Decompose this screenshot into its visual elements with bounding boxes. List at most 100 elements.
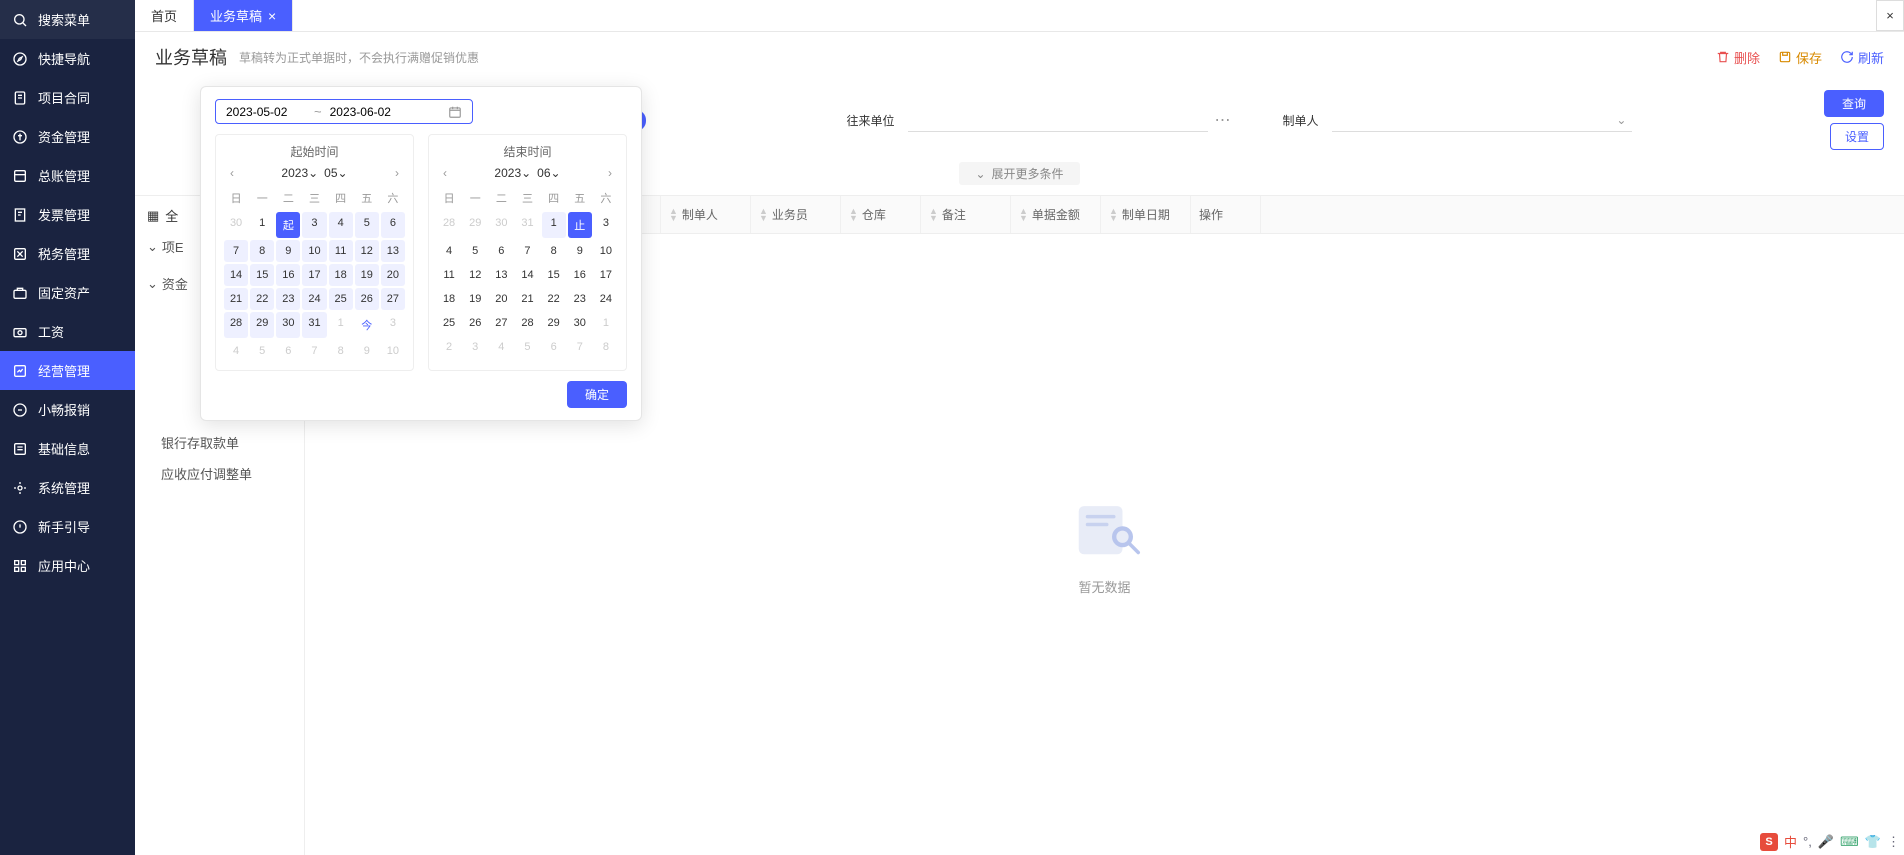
calendar-day[interactable]: 7	[515, 240, 539, 262]
calendar-day[interactable]: 22	[542, 288, 566, 310]
sidebar-item-invoice[interactable]: 发票管理	[0, 195, 135, 234]
partner-lookup-icon[interactable]: ⋯	[1214, 110, 1232, 130]
calendar-day[interactable]: 19	[463, 288, 487, 310]
calendar-day[interactable]: 24	[594, 288, 618, 310]
ime-punct-icon[interactable]: °,	[1803, 834, 1812, 849]
calendar-day[interactable]: 28	[515, 312, 539, 334]
calendar-day[interactable]: 止	[568, 212, 592, 238]
calendar-day[interactable]: 9	[568, 240, 592, 262]
tab-draft[interactable]: 业务草稿 ×	[194, 0, 293, 31]
calendar-day[interactable]: 1	[250, 212, 274, 238]
expand-filters-button[interactable]: ⌄ 展开更多条件	[959, 162, 1079, 185]
calendar-day[interactable]: 17	[594, 264, 618, 286]
sidebar-item-system[interactable]: 系统管理	[0, 468, 135, 507]
calendar-day[interactable]: 4	[437, 240, 461, 262]
date-from-input[interactable]	[226, 105, 306, 119]
calendar-day[interactable]: 7	[302, 340, 326, 362]
calendar-day[interactable]: 11	[437, 264, 461, 286]
calendar-day[interactable]: 21	[224, 288, 248, 310]
calendar-day[interactable]: 14	[224, 264, 248, 286]
calendar-day[interactable]: 28	[437, 212, 461, 238]
ime-keyboard-icon[interactable]: ⌨	[1840, 834, 1859, 850]
calendar-day[interactable]: 18	[437, 288, 461, 310]
calendar-day[interactable]: 6	[381, 212, 405, 238]
column-header[interactable]: 操作	[1191, 196, 1261, 233]
calendar-day[interactable]: 8	[250, 240, 274, 262]
sidebar-item-contract[interactable]: 项目合同	[0, 78, 135, 117]
calendar-day[interactable]: 12	[463, 264, 487, 286]
partner-input[interactable]	[908, 109, 1208, 132]
column-header[interactable]: ▲▼制单人	[661, 196, 751, 233]
calendar-day[interactable]: 14	[515, 264, 539, 286]
column-header[interactable]: ▲▼业务员	[751, 196, 841, 233]
calendar-day[interactable]: 20	[489, 288, 513, 310]
close-icon[interactable]: ×	[268, 8, 276, 24]
calendar-day[interactable]: 10	[381, 340, 405, 362]
calendar-day[interactable]: 20	[381, 264, 405, 286]
calendar-day[interactable]: 23	[276, 288, 300, 310]
sidebar-item-asset[interactable]: 固定资产	[0, 273, 135, 312]
ime-skin-icon[interactable]: 👕	[1865, 834, 1881, 850]
creator-select[interactable]: ⌄	[1332, 109, 1632, 132]
calendar-day[interactable]: 1	[329, 312, 353, 338]
close-all-button[interactable]: ×	[1876, 0, 1904, 31]
calendar-day[interactable]: 17	[302, 264, 326, 286]
calendar-day[interactable]: 今	[355, 312, 379, 338]
ime-lang[interactable]: 中	[1784, 832, 1797, 851]
calendar-day[interactable]: 23	[568, 288, 592, 310]
calendar-day[interactable]: 16	[276, 264, 300, 286]
calendar-day[interactable]: 4	[224, 340, 248, 362]
sidebar-item-ledger[interactable]: 总账管理	[0, 156, 135, 195]
calendar-day[interactable]: 5	[515, 336, 539, 358]
sidebar-item-reimburse[interactable]: 小畅报销	[0, 390, 135, 429]
sidebar-item-salary[interactable]: 工资	[0, 312, 135, 351]
calendar-day[interactable]: 18	[329, 264, 353, 286]
column-header[interactable]: ▲▼制单日期	[1101, 196, 1191, 233]
delete-button[interactable]: 删除	[1716, 48, 1760, 67]
calendar-day[interactable]: 5	[355, 212, 379, 238]
ime-mic-icon[interactable]: 🎤	[1818, 834, 1834, 850]
calendar-day[interactable]: 9	[276, 240, 300, 262]
calendar-day[interactable]: 10	[594, 240, 618, 262]
panel-item-adjust[interactable]: 应收应付调整单	[147, 458, 292, 489]
calendar-day[interactable]: 12	[355, 240, 379, 262]
calendar-day[interactable]: 31	[302, 312, 326, 338]
next-month-icon[interactable]: ›	[389, 166, 405, 180]
sidebar-item-tax[interactable]: 税务管理	[0, 234, 135, 273]
calendar-day[interactable]: 2	[437, 336, 461, 358]
calendar-day[interactable]: 16	[568, 264, 592, 286]
date-range-input[interactable]: ~	[215, 99, 473, 124]
calendar-day[interactable]: 26	[463, 312, 487, 334]
calendar-day[interactable]: 27	[381, 288, 405, 310]
calendar-day[interactable]: 30	[224, 212, 248, 238]
calendar-day[interactable]: 3	[463, 336, 487, 358]
calendar-day[interactable]: 29	[250, 312, 274, 338]
calendar-day[interactable]: 21	[515, 288, 539, 310]
date-confirm-button[interactable]: 确定	[567, 381, 627, 408]
panel-item-bank[interactable]: 银行存取款单	[147, 427, 292, 458]
column-header[interactable]: ▲▼单据金额	[1011, 196, 1101, 233]
ime-logo-icon[interactable]: S	[1760, 833, 1778, 851]
calendar-day[interactable]: 7	[224, 240, 248, 262]
calendar-day[interactable]: 19	[355, 264, 379, 286]
prev-month-icon[interactable]: ‹	[224, 166, 240, 180]
save-button[interactable]: 保存	[1778, 48, 1822, 67]
calendar-day[interactable]: 11	[329, 240, 353, 262]
sidebar-item-operation[interactable]: 经营管理	[0, 351, 135, 390]
calendar-day[interactable]: 29	[542, 312, 566, 334]
calendar-day[interactable]: 8	[594, 336, 618, 358]
calendar-day[interactable]: 29	[463, 212, 487, 238]
calendar-day[interactable]: 15	[250, 264, 274, 286]
refresh-button[interactable]: 刷新	[1840, 48, 1884, 67]
month-year-select[interactable]: 2023⌄06⌄	[494, 166, 560, 180]
sidebar-item-money[interactable]: 资金管理	[0, 117, 135, 156]
next-month-icon[interactable]: ›	[602, 166, 618, 180]
calendar-day[interactable]: 5	[463, 240, 487, 262]
month-year-select[interactable]: 2023⌄05⌄	[281, 166, 347, 180]
prev-month-icon[interactable]: ‹	[437, 166, 453, 180]
date-to-input[interactable]	[330, 105, 410, 119]
calendar-day[interactable]: 3	[302, 212, 326, 238]
sidebar-item-info[interactable]: 基础信息	[0, 429, 135, 468]
sidebar-item-guide[interactable]: 新手引导	[0, 507, 135, 546]
column-header[interactable]: ▲▼备注	[921, 196, 1011, 233]
